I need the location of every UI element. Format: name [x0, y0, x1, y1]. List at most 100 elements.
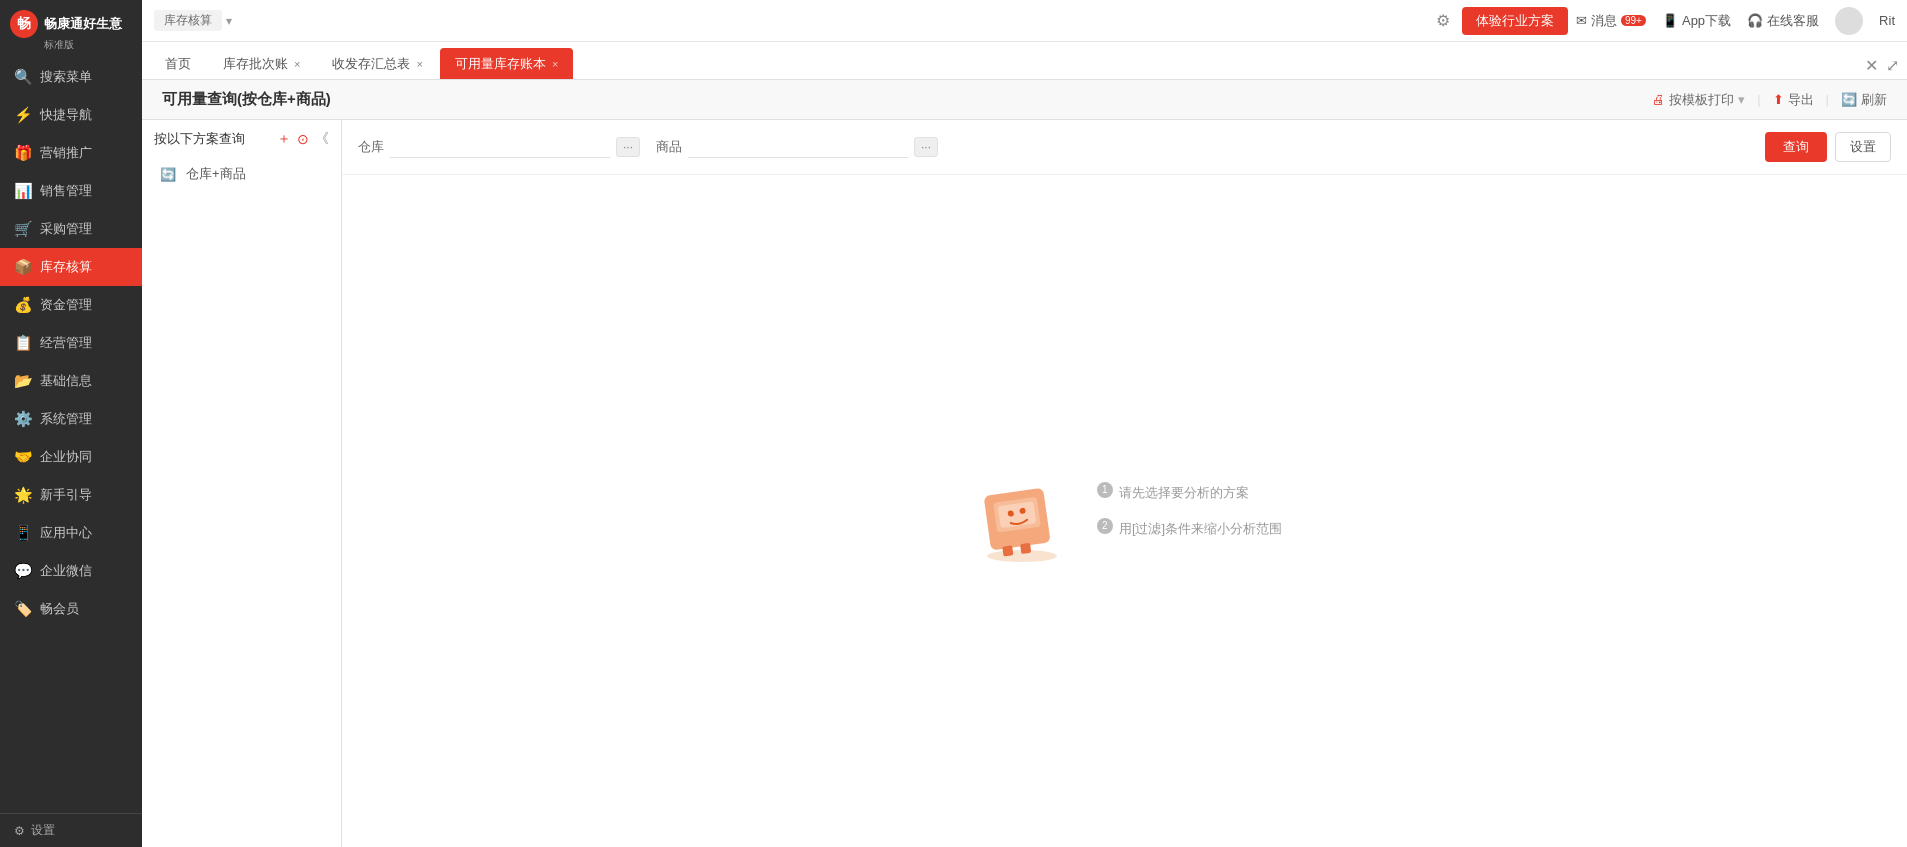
left-panel-header: 按以下方案查询 ＋ ⊙ 《	[142, 130, 341, 156]
export-button[interactable]: ⬆ 导出	[1773, 91, 1814, 109]
add-scheme-button[interactable]: ＋	[277, 130, 291, 148]
sidebar-item-label: 资金管理	[40, 296, 92, 314]
cart-icon: 🛒	[14, 220, 32, 238]
expand-button[interactable]: ⤢	[1886, 56, 1899, 75]
chevron-down-icon: ▾	[226, 14, 232, 28]
warehouse-more-button[interactable]: ···	[616, 137, 640, 157]
sidebar-item-basic[interactable]: 📂 基础信息	[0, 362, 142, 400]
enterprise-icon: 🤝	[14, 448, 32, 466]
sidebar-item-purchase[interactable]: 🛒 采购管理	[0, 210, 142, 248]
sidebar-item-search[interactable]: 🔍 搜索菜单	[0, 58, 142, 96]
sidebar-item-label: 采购管理	[40, 220, 92, 238]
settings-scheme-button[interactable]: ⊙	[297, 131, 309, 147]
tab-available-label: 可用量库存账本	[455, 55, 546, 73]
print-button[interactable]: 🖨 按模板打印 ▾	[1652, 91, 1745, 109]
tab-batch-close[interactable]: ×	[294, 59, 300, 70]
close-all-button[interactable]: ✕	[1865, 56, 1878, 75]
svg-rect-7	[1020, 543, 1031, 554]
right-panel: 仓库 ··· 商品 ··· 查询 设置	[342, 120, 1907, 847]
page-header: 可用量查询(按仓库+商品) 🖨 按模板打印 ▾ | ⬆ 导出 | 🔄 刷新	[142, 80, 1907, 120]
product-filter: 商品 ···	[656, 136, 938, 158]
sidebar: 畅 畅康通好生意 标准版 🔍 搜索菜单 ⚡ 快捷导航 🎁 营销推广 📊 销售管理…	[0, 0, 142, 847]
sidebar-item-appstore[interactable]: 📱 应用中心	[0, 514, 142, 552]
page-header-actions: 🖨 按模板打印 ▾ | ⬆ 导出 | 🔄 刷新	[1652, 91, 1887, 109]
sidebar-item-label: 系统管理	[40, 410, 92, 428]
sidebar-item-operations[interactable]: 📋 经营管理	[0, 324, 142, 362]
wechat-icon: 💬	[14, 562, 32, 580]
sidebar-edition: 标准版	[44, 38, 74, 52]
sidebar-item-wechat[interactable]: 💬 企业微信	[0, 552, 142, 590]
sidebar-item-system[interactable]: ⚙️ 系统管理	[0, 400, 142, 438]
chart-icon: 📊	[14, 182, 32, 200]
sidebar-item-label: 营销推广	[40, 144, 92, 162]
app-download-button[interactable]: 📱 App下载	[1662, 12, 1731, 30]
chevron-down-icon: ▾	[1738, 92, 1745, 107]
messages-label: 消息	[1591, 12, 1617, 30]
newbie-icon: 🌟	[14, 486, 32, 504]
filter-actions: 查询 设置	[1765, 132, 1891, 162]
sidebar-item-label: 畅会员	[40, 600, 79, 618]
collapse-panel-button[interactable]: 《	[315, 130, 329, 148]
headset-icon: 🎧	[1747, 13, 1763, 28]
sidebar-bottom: ⚙ 设置	[0, 813, 142, 847]
trial-button[interactable]: 体验行业方案	[1462, 7, 1568, 35]
sidebar-item-shortcut[interactable]: ⚡ 快捷导航	[0, 96, 142, 134]
content-body: 按以下方案查询 ＋ ⊙ 《 🔄 仓库+商品 仓库	[142, 120, 1907, 847]
message-icon: ✉	[1576, 13, 1587, 28]
topbar: 库存核算 ▾ ⚙ 体验行业方案 ✉ 消息 99+ 📱 App下载 🎧 在线客服 …	[142, 0, 1907, 42]
sidebar-item-label: 新手引导	[40, 486, 92, 504]
hint-1-text: 请先选择要分析的方案	[1119, 480, 1249, 506]
tab-available-close[interactable]: ×	[552, 59, 558, 70]
tab-batch[interactable]: 库存批次账 ×	[208, 48, 315, 79]
empty-hint-2: 2 用[过滤]条件来缩小分析范围	[1097, 516, 1282, 542]
refresh-button[interactable]: 🔄 刷新	[1841, 91, 1887, 109]
shortcut-icon: ⚡	[14, 106, 32, 124]
sidebar-item-enterprise[interactable]: 🤝 企业协同	[0, 438, 142, 476]
filter-bar: 仓库 ··· 商品 ··· 查询 设置	[342, 120, 1907, 175]
left-panel: 按以下方案查询 ＋ ⊙ 《 🔄 仓库+商品	[142, 120, 342, 847]
empty-hint-1: 1 请先选择要分析的方案	[1097, 480, 1282, 506]
messages-button[interactable]: ✉ 消息 99+	[1576, 12, 1646, 30]
sidebar-item-newbie[interactable]: 🌟 新手引导	[0, 476, 142, 514]
left-panel-actions: ＋ ⊙ 《	[277, 130, 329, 148]
username-text: Rit	[1879, 13, 1895, 28]
tab-summary[interactable]: 收发存汇总表 ×	[317, 48, 437, 79]
empty-illustration	[967, 461, 1067, 561]
inventory-icon: 📦	[14, 258, 32, 276]
online-service-button[interactable]: 🎧 在线客服	[1747, 12, 1819, 30]
sidebar-item-marketing[interactable]: 🎁 营销推广	[0, 134, 142, 172]
sidebar-item-sales[interactable]: 📊 销售管理	[0, 172, 142, 210]
tabbar: 首页 库存批次账 × 收发存汇总表 × 可用量库存账本 × ✕ ⤢	[142, 42, 1907, 80]
export-icon: ⬆	[1773, 92, 1784, 107]
filter-settings-button[interactable]: 设置	[1835, 132, 1891, 162]
tab-summary-close[interactable]: ×	[416, 59, 422, 70]
product-input[interactable]	[688, 136, 908, 158]
sidebar-nav: 🔍 搜索菜单 ⚡ 快捷导航 🎁 营销推广 📊 销售管理 🛒 采购管理 📦 库存核…	[0, 58, 142, 813]
tab-home[interactable]: 首页	[150, 48, 206, 79]
hint-2-num: 2	[1097, 518, 1113, 534]
svg-rect-6	[1002, 545, 1013, 556]
sidebar-item-label: 企业微信	[40, 562, 92, 580]
hint-2-text: 用[过滤]条件来缩小分析范围	[1119, 516, 1282, 542]
messages-badge: 99+	[1621, 15, 1646, 26]
product-label: 商品	[656, 138, 682, 156]
divider: |	[1757, 92, 1760, 107]
tab-available[interactable]: 可用量库存账本 ×	[440, 48, 573, 79]
operations-icon: 📋	[14, 334, 32, 352]
gift-icon: 🎁	[14, 144, 32, 162]
gear-icon[interactable]: ⚙	[1432, 7, 1454, 34]
query-button[interactable]: 查询	[1765, 132, 1827, 162]
scheme-label: 仓库+商品	[186, 165, 246, 183]
refresh-icon: 🔄	[1841, 92, 1857, 107]
avatar[interactable]	[1835, 7, 1863, 35]
warehouse-input[interactable]	[390, 136, 610, 158]
sidebar-item-finance[interactable]: 💰 资金管理	[0, 286, 142, 324]
tab-summary-label: 收发存汇总表	[332, 55, 410, 73]
content-area: 可用量查询(按仓库+商品) 🖨 按模板打印 ▾ | ⬆ 导出 | 🔄 刷新	[142, 80, 1907, 847]
product-more-button[interactable]: ···	[914, 137, 938, 157]
sidebar-item-member[interactable]: 🏷️ 畅会员	[0, 590, 142, 628]
sidebar-item-inventory[interactable]: 📦 库存核算	[0, 248, 142, 286]
tab-batch-label: 库存批次账	[223, 55, 288, 73]
scheme-item-warehouse-product[interactable]: 🔄 仓库+商品	[142, 156, 341, 192]
phone-icon: 📱	[1662, 13, 1678, 28]
